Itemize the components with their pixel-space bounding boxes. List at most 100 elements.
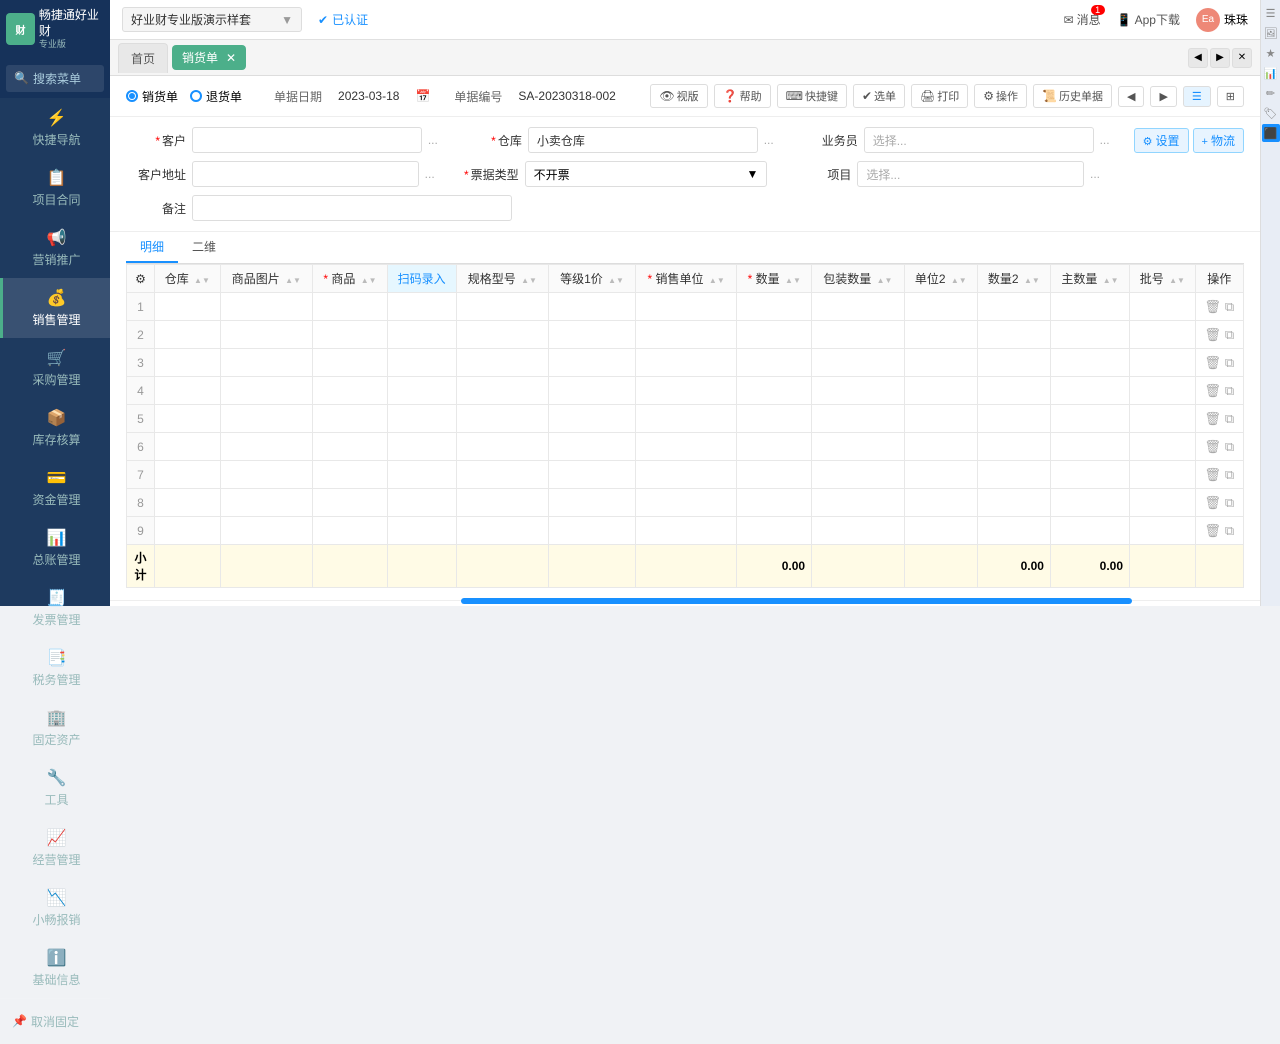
delete-row-icon[interactable]: 🗑: [1204, 467, 1221, 483]
sort-unit[interactable]: ▲▼: [709, 276, 725, 285]
tab-prev-btn[interactable]: ◀: [1188, 48, 1208, 68]
delete-row-icon[interactable]: 🗑: [1204, 439, 1221, 455]
col-settings[interactable]: ⚙: [127, 265, 155, 293]
project-input[interactable]: 选择...: [857, 161, 1084, 187]
cell-unit[interactable]: [635, 461, 737, 489]
cell-pack-qty[interactable]: [812, 461, 905, 489]
cell-batch[interactable]: [1130, 517, 1196, 545]
cell-spec[interactable]: [456, 349, 549, 377]
sidebar-item-assets[interactable]: 🏢 固定资产: [0, 698, 110, 758]
salesperson-picker-btn[interactable]: ...: [1100, 133, 1110, 147]
sidebar-item-projects[interactable]: 📋 项目合同: [0, 158, 110, 218]
cell-scan[interactable]: [387, 405, 456, 433]
cell-main-qty[interactable]: [1050, 517, 1129, 545]
cell-qty[interactable]: [737, 293, 812, 321]
print-btn[interactable]: 🖨 打印: [911, 84, 968, 108]
cell-unit[interactable]: [635, 377, 737, 405]
cell-product[interactable]: [313, 433, 388, 461]
radio-sales-order[interactable]: 销货单: [126, 88, 178, 105]
cell-unit[interactable]: [635, 405, 737, 433]
cell-price1[interactable]: [549, 377, 636, 405]
note-input[interactable]: [192, 195, 512, 221]
tab-sales-order[interactable]: 销货单 ✕: [172, 45, 246, 70]
sidebar-item-inventory[interactable]: 📦 库存核算: [0, 398, 110, 458]
cell-price1[interactable]: [549, 405, 636, 433]
sort-warehouse[interactable]: ▲▼: [194, 276, 210, 285]
cell-batch[interactable]: [1130, 461, 1196, 489]
right-icon-chart[interactable]: 📊: [1262, 64, 1280, 82]
cell-warehouse[interactable]: [155, 349, 221, 377]
sidebar-search-area[interactable]: 🔍 搜索菜单: [0, 59, 110, 98]
next-record-btn[interactable]: ▶: [1150, 86, 1176, 107]
copy-row-icon[interactable]: ⧉: [1225, 327, 1234, 343]
cell-warehouse[interactable]: [155, 517, 221, 545]
view-btn[interactable]: 👁 视版: [650, 84, 707, 108]
cell-pack-qty[interactable]: [812, 433, 905, 461]
warehouse-picker-btn[interactable]: ...: [764, 133, 774, 147]
sidebar-item-operations[interactable]: 📈 经营管理: [0, 818, 110, 878]
cell-qty2[interactable]: [977, 517, 1050, 545]
messages-button[interactable]: ✉ 消息 1: [1064, 11, 1101, 28]
sidebar-item-quick-nav[interactable]: ⚡ 快捷导航: [0, 98, 110, 158]
sort-spec[interactable]: ▲▼: [521, 276, 537, 285]
cell-scan[interactable]: [387, 321, 456, 349]
cell-qty[interactable]: [737, 405, 812, 433]
cell-img[interactable]: [220, 433, 313, 461]
cell-scan[interactable]: [387, 461, 456, 489]
cell-img[interactable]: [220, 461, 313, 489]
cell-batch[interactable]: [1130, 349, 1196, 377]
sidebar-item-marketing[interactable]: 📢 营销推广: [0, 218, 110, 278]
cell-img[interactable]: [220, 349, 313, 377]
cell-img[interactable]: [220, 489, 313, 517]
cell-price1[interactable]: [549, 293, 636, 321]
cell-qty2[interactable]: [977, 489, 1050, 517]
sidebar-item-invoices[interactable]: 🧾 发票管理: [0, 578, 110, 638]
delete-row-icon[interactable]: 🗑: [1204, 299, 1221, 315]
sort-unit2[interactable]: ▲▼: [951, 276, 967, 285]
tab-next-btn[interactable]: ▶: [1210, 48, 1230, 68]
cell-pack-qty[interactable]: [812, 489, 905, 517]
cell-batch[interactable]: [1130, 377, 1196, 405]
sidebar-item-finance[interactable]: 💳 资金管理: [0, 458, 110, 518]
cell-spec[interactable]: [456, 433, 549, 461]
history-btn[interactable]: 📜 历史单据: [1033, 84, 1112, 108]
cell-main-qty[interactable]: [1050, 377, 1129, 405]
cell-pack-qty[interactable]: [812, 293, 905, 321]
delete-row-icon[interactable]: 🗑: [1204, 523, 1221, 539]
ticket-type-select[interactable]: 不开票 ▼: [525, 161, 768, 187]
app-download-button[interactable]: 📱 App下载: [1117, 11, 1180, 28]
cell-pack-qty[interactable]: [812, 517, 905, 545]
sort-main-qty[interactable]: ▲▼: [1103, 276, 1119, 285]
sidebar-item-reports[interactable]: 📉 小畅报销: [0, 878, 110, 938]
tab-2d[interactable]: 二维: [178, 232, 230, 263]
customer-address-input[interactable]: [192, 161, 419, 187]
cell-spec[interactable]: [456, 517, 549, 545]
cell-unit[interactable]: [635, 433, 737, 461]
copy-row-icon[interactable]: ⧉: [1225, 383, 1234, 399]
list-view-btn[interactable]: ⊞: [1217, 86, 1244, 107]
cell-batch[interactable]: [1130, 293, 1196, 321]
salesperson-input[interactable]: 选择...: [864, 127, 1094, 153]
cell-scan[interactable]: [387, 349, 456, 377]
right-icon-tag[interactable]: 🏷: [1262, 104, 1280, 122]
select-btn[interactable]: ✔ 选单: [853, 84, 905, 108]
shortcut-btn[interactable]: ⌨ 快捷键: [777, 84, 847, 108]
search-menu-button[interactable]: 🔍 搜索菜单: [6, 65, 104, 92]
cell-warehouse[interactable]: [155, 489, 221, 517]
copy-row-icon[interactable]: ⧉: [1225, 439, 1234, 455]
delete-row-icon[interactable]: 🗑: [1204, 327, 1221, 343]
delete-row-icon[interactable]: 🗑: [1204, 495, 1221, 511]
cell-product[interactable]: [313, 293, 388, 321]
delete-row-icon[interactable]: 🗑: [1204, 411, 1221, 427]
tab-detail[interactable]: 明细: [126, 232, 178, 263]
cell-warehouse[interactable]: [155, 293, 221, 321]
cell-unit2[interactable]: [904, 433, 977, 461]
cell-batch[interactable]: [1130, 433, 1196, 461]
cell-batch[interactable]: [1130, 321, 1196, 349]
cell-product[interactable]: [313, 461, 388, 489]
cell-spec[interactable]: [456, 293, 549, 321]
cell-qty[interactable]: [737, 517, 812, 545]
cell-scan[interactable]: [387, 293, 456, 321]
cell-pack-qty[interactable]: [812, 405, 905, 433]
cell-product[interactable]: [313, 377, 388, 405]
